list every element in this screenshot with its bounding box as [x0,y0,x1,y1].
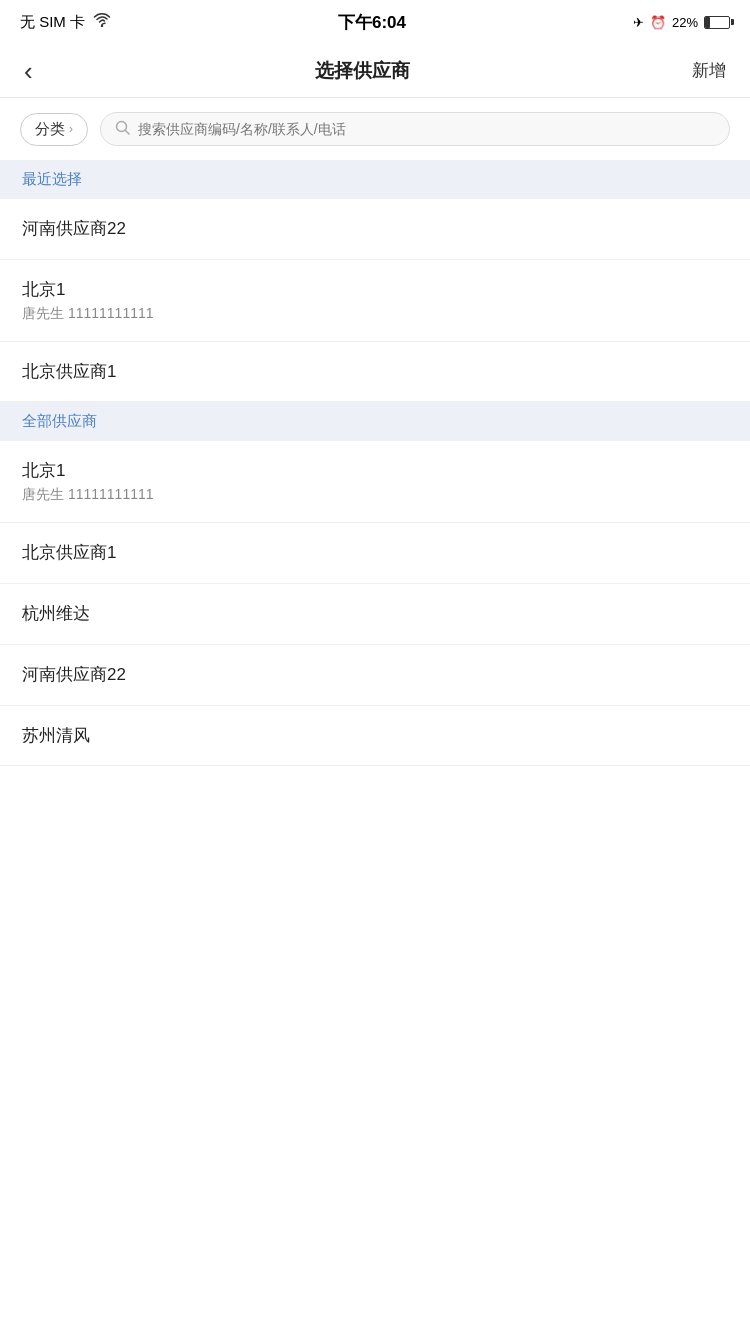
page-title: 选择供应商 [315,58,410,84]
wifi-icon [93,13,111,31]
back-button[interactable]: ‹ [24,58,33,84]
nav-bar: ‹ 选择供应商 新增 [0,44,750,98]
svg-point-0 [101,25,103,27]
all-items-list: 北京1 唐先生 11111111111 北京供应商1 杭州维达河南供应商22 苏州清风 [0,441,750,766]
item-name: 苏州清风 [22,724,728,748]
battery-percent: 22% [672,15,698,30]
category-filter[interactable]: 分类 › [20,113,88,146]
status-bar: 无 SIM 卡 下午6:04 ✈ ⏰ 22% [0,0,750,44]
filter-bar: 分类 › [0,98,750,160]
recent-section-header: 最近选择 [0,160,750,199]
status-right: ✈ ⏰ 22% [633,15,730,30]
battery-icon [704,16,730,29]
status-left: 无 SIM 卡 [20,13,111,32]
item-name: 北京供应商1 [22,360,728,384]
status-time: 下午6:04 [338,11,406,34]
recent-list-item[interactable]: 河南供应商22 [0,199,750,260]
search-input[interactable] [138,121,715,137]
add-button[interactable]: 新增 [692,59,726,82]
item-name: 河南供应商22 [22,217,728,241]
location-icon: ✈ [633,15,644,30]
all-section-label: 全部供应商 [22,412,97,429]
all-section-header: 全部供应商 [0,402,750,441]
recent-items-list: 河南供应商22 北京1 唐先生 11111111111 北京供应商1 [0,199,750,402]
search-icon [115,120,130,138]
category-label: 分类 [35,120,65,139]
alarm-icon: ⏰ [650,15,666,30]
item-sub: 唐先生 11111111111 [22,486,728,504]
sim-status: 无 SIM 卡 [20,13,85,32]
recent-list-item[interactable]: 北京1 唐先生 11111111111 [0,260,750,342]
item-sub: 唐先生 11111111111 [22,305,728,323]
search-box[interactable] [100,112,730,146]
item-name: 河南供应商22 [22,663,728,687]
recent-section-label: 最近选择 [22,170,82,187]
all-list-item[interactable]: 杭州维达 [0,584,750,645]
item-name: 北京1 [22,459,728,483]
all-list-item[interactable]: 苏州清风 [0,706,750,767]
svg-line-2 [126,131,130,135]
item-name: 北京供应商1 [22,541,728,565]
all-list-item[interactable]: 北京1 唐先生 11111111111 [0,441,750,523]
chevron-right-icon: › [69,122,73,136]
all-list-item[interactable]: 河南供应商22 [0,645,750,706]
recent-list-item[interactable]: 北京供应商1 [0,342,750,403]
item-name: 北京1 [22,278,728,302]
all-list-item[interactable]: 北京供应商1 [0,523,750,584]
item-name: 杭州维达 [22,602,728,626]
